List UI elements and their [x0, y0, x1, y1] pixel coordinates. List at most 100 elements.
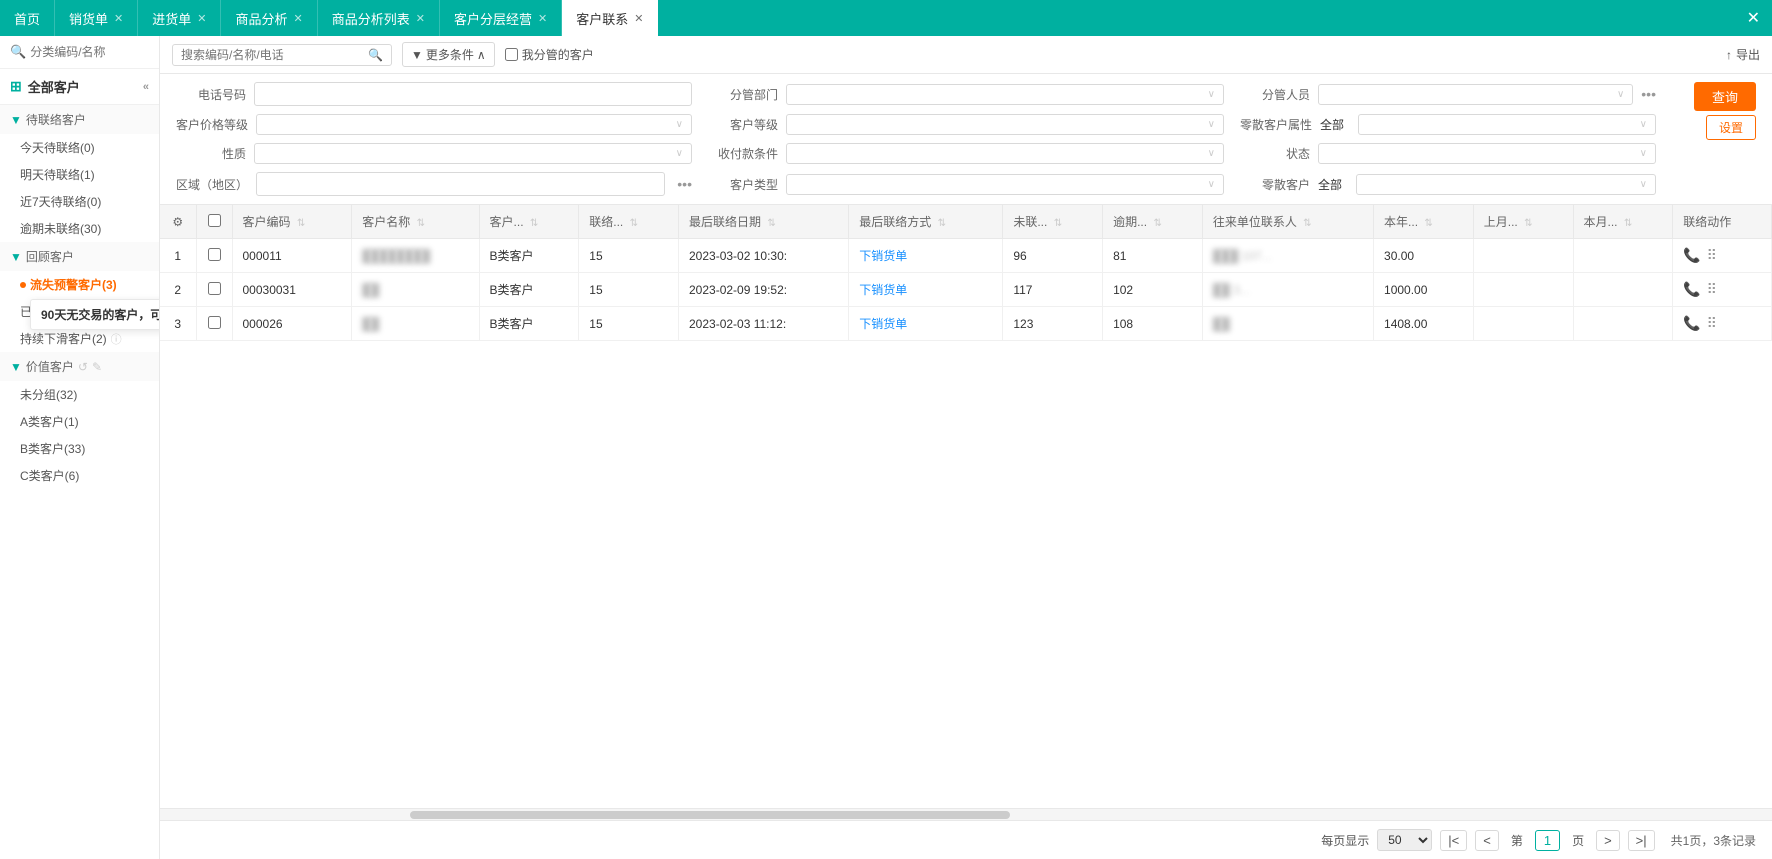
sidebar-item-tomorrow[interactable]: 明天待联络(1) — [0, 161, 159, 188]
sidebar-item-class-b[interactable]: B类客户(33) — [0, 435, 159, 462]
phone-input[interactable] — [254, 82, 692, 106]
customer-level-select[interactable]: ∨ — [786, 114, 1224, 135]
sidebar-item-class-a[interactable]: A类客户(1) — [0, 408, 159, 435]
settings-button[interactable]: 设置 — [1706, 115, 1756, 140]
last-page-button[interactable]: >| — [1628, 830, 1655, 851]
sidebar-item-7days[interactable]: 近7天待联络(0) — [0, 188, 159, 215]
filter-search-box: 🔍 — [172, 44, 392, 66]
td-action: 📞 ⠿ — [1673, 307, 1772, 341]
more-icon[interactable]: ••• — [677, 176, 692, 192]
sidebar-item-class-c[interactable]: C类客户(6) — [0, 462, 159, 489]
chevron-down-icon: ∨ — [1208, 179, 1215, 190]
more-actions-icon[interactable]: ⠿ — [1707, 247, 1717, 264]
more-icon[interactable]: ••• — [1641, 86, 1656, 102]
contact-icon[interactable]: 📞 — [1683, 247, 1700, 264]
sort-icon: ⇅ — [297, 218, 305, 229]
more-actions-icon[interactable]: ⠿ — [1707, 315, 1717, 332]
sidebar-group-title-review[interactable]: ▼ 回顾客户 — [0, 242, 159, 271]
close-icon[interactable]: ✕ — [197, 12, 206, 25]
chevron-down-icon: ∨ — [1640, 148, 1647, 159]
sort-icon: ⇅ — [1054, 218, 1062, 229]
dept-select[interactable]: ∨ — [786, 84, 1224, 105]
price-level-select[interactable]: ∨ — [256, 114, 692, 135]
reload-icon[interactable]: ↺ — [78, 360, 88, 374]
sidebar-item-today[interactable]: 今天待联络(0) — [0, 134, 159, 161]
th-last-month: 上月... ⇅ — [1473, 205, 1573, 239]
td-unlinked: 123 — [1003, 307, 1103, 341]
sidebar-item-churn-warning[interactable]: 流失预警客户(3) 90天无交易的客户，可能有流失风险。 — [0, 271, 159, 298]
arrow-down-icon: ▼ — [10, 113, 22, 127]
th-overdue: 逾期... ⇅ — [1103, 205, 1203, 239]
th-code: 客户编码 ⇅ — [232, 205, 352, 239]
row-checkbox[interactable] — [208, 248, 221, 261]
my-customers-check[interactable] — [505, 48, 518, 61]
sort-icon: ⇅ — [1524, 218, 1532, 229]
info-icon: ⓘ — [111, 331, 122, 347]
filter-search-input[interactable] — [181, 48, 362, 62]
search-button[interactable]: 🔍 — [368, 48, 383, 62]
edit-icon[interactable]: ✎ — [92, 360, 102, 374]
tab-customer-tier[interactable]: 客户分层经营 ✕ — [440, 0, 562, 36]
th-contact: 联络... ⇅ — [579, 205, 679, 239]
zero-retail-select[interactable]: ∨ — [1356, 174, 1656, 195]
region-input[interactable] — [256, 172, 665, 196]
chevron-down-icon: ∨ — [1640, 179, 1647, 190]
filter-row-payment: 收付款条件 ∨ — [708, 143, 1224, 164]
first-page-button[interactable]: |< — [1440, 830, 1467, 851]
arrow-down-icon: ▼ — [10, 360, 22, 374]
region-label: 区域（地区） — [176, 176, 248, 193]
tab-sales[interactable]: 销货单 ✕ — [55, 0, 138, 36]
sidebar-item-unassigned[interactable]: 未分组(32) — [0, 381, 159, 408]
contact-icon[interactable]: 📞 — [1683, 281, 1700, 298]
sidebar-group-title-value[interactable]: ▼ 价值客户 ↺ ✎ — [0, 352, 159, 381]
content-area: 🔍 ▼ 更多条件 ∧ 我分管的客户 ↑ 导出 电话号码 — [160, 36, 1772, 859]
nature-select[interactable]: ∨ — [254, 143, 692, 164]
sort-icon: ⇅ — [767, 218, 775, 229]
tab-home[interactable]: 首页 — [0, 0, 55, 36]
tab-product-analysis[interactable]: 商品分析 ✕ — [221, 0, 317, 36]
close-icon[interactable]: ✕ — [538, 12, 547, 25]
next-page-button[interactable]: > — [1596, 830, 1620, 851]
window-close-icon[interactable]: ✕ — [1747, 8, 1772, 28]
th-this-year: 本年... ⇅ — [1374, 205, 1474, 239]
tab-customer-contact[interactable]: 客户联系 ✕ — [562, 0, 658, 36]
prev-page-button[interactable]: < — [1475, 830, 1499, 851]
zero-retail-value: 全部 — [1318, 176, 1342, 193]
sidebar-group-title-pending[interactable]: ▼ 待联络客户 — [0, 105, 159, 134]
settings-icon[interactable]: ⚙ — [172, 215, 183, 229]
tab-product-analysis-list[interactable]: 商品分析列表 ✕ — [318, 0, 440, 36]
filter-row-zero-retail-attr: 零散客户属性 全部 ∨ — [1240, 114, 1756, 135]
td-overdue: 108 — [1103, 307, 1203, 341]
contact-icon[interactable]: 📞 — [1683, 315, 1700, 332]
td-this-year: 1000.00 — [1374, 273, 1474, 307]
table-row: 2 00030031 ██ B类客户 — [160, 273, 1772, 307]
close-icon[interactable]: ✕ — [114, 12, 123, 25]
sidebar-all-customers[interactable]: ⊞ 全部客户 « — [0, 69, 159, 105]
td-this-month — [1573, 307, 1673, 341]
close-icon[interactable]: ✕ — [634, 12, 643, 25]
zero-retail-attr-label: 零散客户属性 — [1240, 116, 1312, 133]
more-conditions-button[interactable]: ▼ 更多条件 ∧ — [402, 42, 495, 67]
horizontal-scrollbar[interactable] — [160, 808, 1772, 820]
payment-select[interactable]: ∨ — [786, 143, 1224, 164]
manager-select[interactable]: ∨ — [1318, 84, 1633, 105]
sidebar-search-input[interactable] — [30, 45, 149, 59]
customer-type-select[interactable]: ∨ — [786, 174, 1224, 195]
status-select[interactable]: ∨ — [1318, 143, 1656, 164]
scrollbar-thumb[interactable] — [410, 811, 1010, 819]
query-button[interactable]: 查询 — [1694, 82, 1756, 111]
row-checkbox[interactable] — [208, 316, 221, 329]
tab-purchase[interactable]: 进货单 ✕ — [138, 0, 221, 36]
row-checkbox[interactable] — [208, 282, 221, 295]
td-unlinked: 117 — [1003, 273, 1103, 307]
td-code: 000026 — [232, 307, 352, 341]
my-customers-checkbox[interactable]: 我分管的客户 — [505, 46, 594, 63]
sidebar-item-overdue[interactable]: 逾期未联络(30) — [0, 215, 159, 242]
more-actions-icon[interactable]: ⠿ — [1707, 281, 1717, 298]
select-all-checkbox[interactable] — [208, 214, 221, 227]
page-size-select[interactable]: 50 100 200 — [1377, 829, 1432, 851]
export-button[interactable]: ↑ 导出 — [1726, 46, 1760, 63]
close-icon[interactable]: ✕ — [294, 12, 303, 25]
close-icon[interactable]: ✕ — [416, 12, 425, 25]
zero-retail-attr-select[interactable]: ∨ — [1358, 114, 1656, 135]
